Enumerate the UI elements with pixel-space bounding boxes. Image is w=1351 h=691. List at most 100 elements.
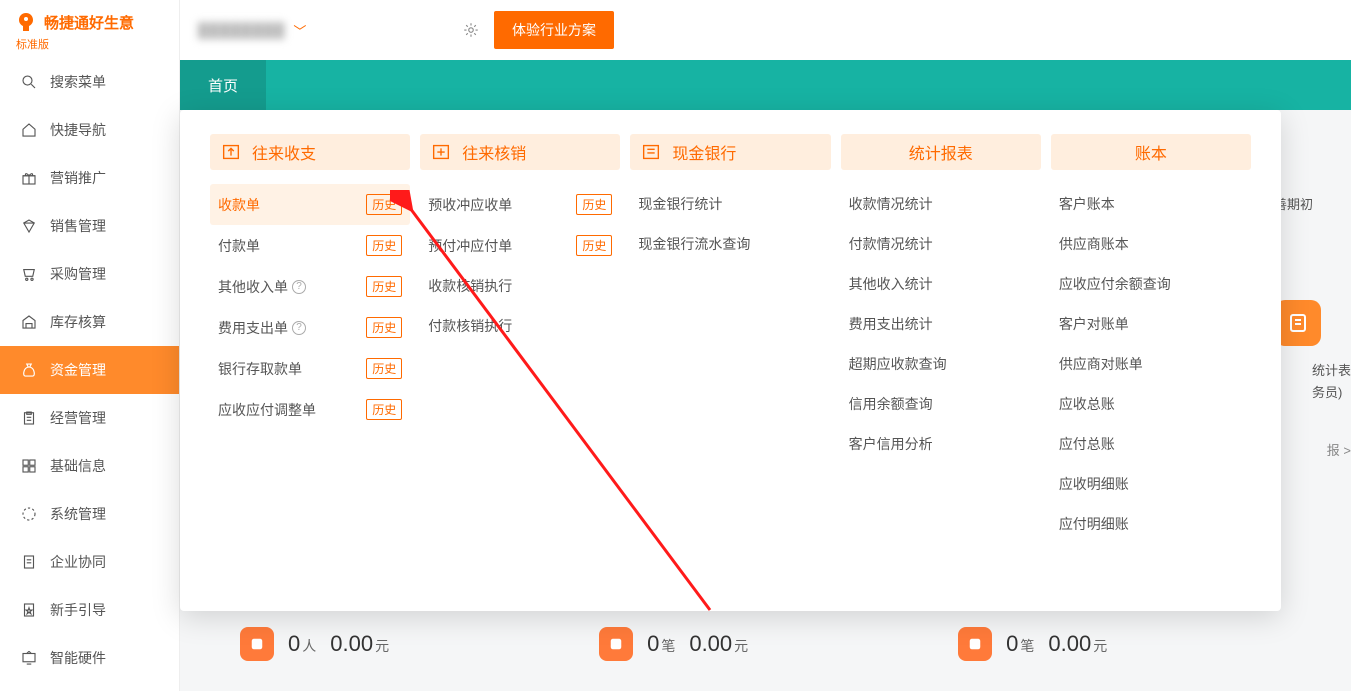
- mega-item-label: 费用支出统计: [849, 314, 933, 334]
- mega-item[interactable]: 预付冲应付单 历史: [420, 225, 620, 266]
- sidebar-item-guide[interactable]: 新手引导: [0, 586, 179, 634]
- metric-amount-unit: 元: [734, 636, 748, 656]
- metric-amount-unit: 元: [1093, 636, 1107, 656]
- mega-item-label: 预收冲应收单: [428, 195, 512, 215]
- mega-item[interactable]: 其他收入统计: [841, 264, 1041, 304]
- sidebar: 畅捷通好生意 标准版 搜索菜单 快捷导航 营销推广 销售管理: [0, 0, 180, 691]
- mega-item[interactable]: 供应商对账单: [1051, 344, 1251, 384]
- sidebar-item-purchase[interactable]: 采购管理: [0, 250, 179, 298]
- metric-item: 0笔 0.00元: [958, 627, 1107, 661]
- mega-item[interactable]: 应收应付调整单历史: [210, 389, 410, 430]
- mega-col-stat: 统计报表收款情况统计付款情况统计其他收入统计费用支出统计超期应收款查询信用余额查…: [841, 134, 1041, 587]
- mega-item-label: 其他收入单?: [218, 277, 306, 297]
- peek-line: 务员): [1312, 382, 1351, 404]
- history-tag[interactable]: 历史: [366, 194, 402, 215]
- mega-item[interactable]: 超期应收款查询: [841, 344, 1041, 384]
- mega-item[interactable]: 客户对账单: [1051, 304, 1251, 344]
- mega-item-label: 供应商账本: [1059, 234, 1129, 254]
- mega-item[interactable]: 应收总账: [1051, 384, 1251, 424]
- mega-item[interactable]: 应付明细账: [1051, 504, 1251, 544]
- sidebar-item-inventory[interactable]: 库存核算: [0, 298, 179, 346]
- mega-item-label: 付款情况统计: [849, 234, 933, 254]
- sidebar-item-label: 系统管理: [50, 504, 106, 524]
- metric-count-unit: 人: [302, 636, 316, 656]
- metrics-row: 0人 0.00元 0笔 0.00元 0笔 0.00元: [390, 627, 1331, 661]
- help-icon[interactable]: ?: [292, 321, 306, 335]
- mega-item[interactable]: 客户账本: [1051, 184, 1251, 224]
- mega-item-label: 供应商对账单: [1059, 354, 1143, 374]
- money-bag-icon: [20, 361, 38, 379]
- sidebar-item-hardware[interactable]: 智能硬件: [0, 634, 179, 682]
- mega-item-label: 应收明细账: [1059, 474, 1129, 494]
- mega-item-label: 客户对账单: [1059, 314, 1129, 334]
- metric-item: 0笔 0.00元: [599, 627, 748, 661]
- mega-item-label: 银行存取款单: [218, 359, 302, 379]
- history-tag[interactable]: 历史: [366, 276, 402, 297]
- help-icon[interactable]: ?: [292, 280, 306, 294]
- search-icon: [20, 73, 38, 91]
- mega-item[interactable]: 信用余额查询: [841, 384, 1041, 424]
- home-icon: [20, 121, 38, 139]
- mega-item[interactable]: 应付总账: [1051, 424, 1251, 464]
- metric-amount-unit: 元: [375, 636, 389, 656]
- mega-item[interactable]: 预收冲应收单 历史: [420, 184, 620, 225]
- mega-item[interactable]: 收款核销执行: [420, 266, 620, 306]
- mega-item[interactable]: 其他收入单? 历史: [210, 266, 410, 307]
- history-tag[interactable]: 历史: [366, 317, 402, 338]
- history-tag[interactable]: 历史: [366, 235, 402, 256]
- mega-item[interactable]: 供应商账本: [1051, 224, 1251, 264]
- history-tag[interactable]: 历史: [576, 235, 612, 256]
- mega-item-label: 收款情况统计: [849, 194, 933, 214]
- history-tag[interactable]: 历史: [366, 358, 402, 379]
- mega-item[interactable]: 付款核销执行: [420, 306, 620, 346]
- warehouse-icon: [20, 313, 38, 331]
- mega-col-ledger: 账本客户账本供应商账本应收应付余额查询客户对账单供应商对账单应收总账应付总账应收…: [1051, 134, 1251, 587]
- mega-item[interactable]: 付款情况统计: [841, 224, 1041, 264]
- try-solution-button[interactable]: 体验行业方案: [494, 11, 614, 49]
- sidebar-item-label: 基础信息: [50, 456, 106, 476]
- sidebar-item-search[interactable]: 搜索菜单: [0, 58, 179, 106]
- sidebar-item-system[interactable]: 系统管理: [0, 490, 179, 538]
- mega-item[interactable]: 收款情况统计: [841, 184, 1041, 224]
- mega-col-writeoff: 往来核销预收冲应收单历史预付冲应付单历史收款核销执行付款核销执行: [420, 134, 620, 587]
- mega-col-items: 现金银行统计现金银行流水查询: [630, 184, 830, 264]
- fab-button[interactable]: [1275, 300, 1321, 346]
- mega-item[interactable]: 现金银行流水查询: [630, 224, 830, 264]
- history-tag[interactable]: 历史: [576, 194, 612, 215]
- cart-icon: [20, 265, 38, 283]
- mega-item[interactable]: 费用支出单? 历史: [210, 307, 410, 348]
- sidebar-item-collab[interactable]: 企业协同: [0, 538, 179, 586]
- mega-item[interactable]: 银行存取款单 历史: [210, 348, 410, 389]
- metric-count: 0: [647, 631, 659, 657]
- mega-item[interactable]: 应收应付余额查询: [1051, 264, 1251, 304]
- mega-item[interactable]: 收款单历史: [210, 184, 410, 225]
- history-tag[interactable]: 历史: [366, 399, 402, 420]
- mega-item[interactable]: 费用支出统计: [841, 304, 1041, 344]
- sidebar-item-operation[interactable]: 经营管理: [0, 394, 179, 442]
- mega-item[interactable]: 现金银行统计: [630, 184, 830, 224]
- dashed-circle-icon: [20, 505, 38, 523]
- sidebar-item-label: 库存核算: [50, 312, 106, 332]
- company-name: ████████: [198, 22, 285, 38]
- tab-home[interactable]: 首页: [180, 60, 266, 110]
- mega-item[interactable]: 付款单历史: [210, 225, 410, 266]
- sidebar-item-sales[interactable]: 销售管理: [0, 202, 179, 250]
- sidebar-item-funds[interactable]: 资金管理: [0, 346, 179, 394]
- mega-item[interactable]: 应收明细账: [1051, 464, 1251, 504]
- sidebar-item-label: 营销推广: [50, 168, 106, 188]
- gift-icon: [20, 169, 38, 187]
- sidebar-item-marketing[interactable]: 营销推广: [0, 154, 179, 202]
- sidebar-item-label: 新手引导: [50, 600, 106, 620]
- gear-icon[interactable]: [462, 21, 480, 39]
- mega-item-label: 现金银行流水查询: [638, 234, 750, 254]
- content-peek-2: 统计表 务员): [1312, 360, 1351, 404]
- mega-item[interactable]: 客户信用分析: [841, 424, 1041, 464]
- sidebar-item-basicinfo[interactable]: 基础信息: [0, 442, 179, 490]
- mega-item-label: 收款核销执行: [428, 276, 512, 296]
- mega-item-label: 费用支出单?: [218, 318, 306, 338]
- content-peek-3[interactable]: 报 >: [1327, 440, 1351, 459]
- sidebar-item-quicknav[interactable]: 快捷导航: [0, 106, 179, 154]
- mega-item-label: 预付冲应付单: [428, 236, 512, 256]
- company-selector[interactable]: ████████ ﹀: [198, 21, 448, 40]
- metric-amount: 0.00: [330, 631, 373, 657]
